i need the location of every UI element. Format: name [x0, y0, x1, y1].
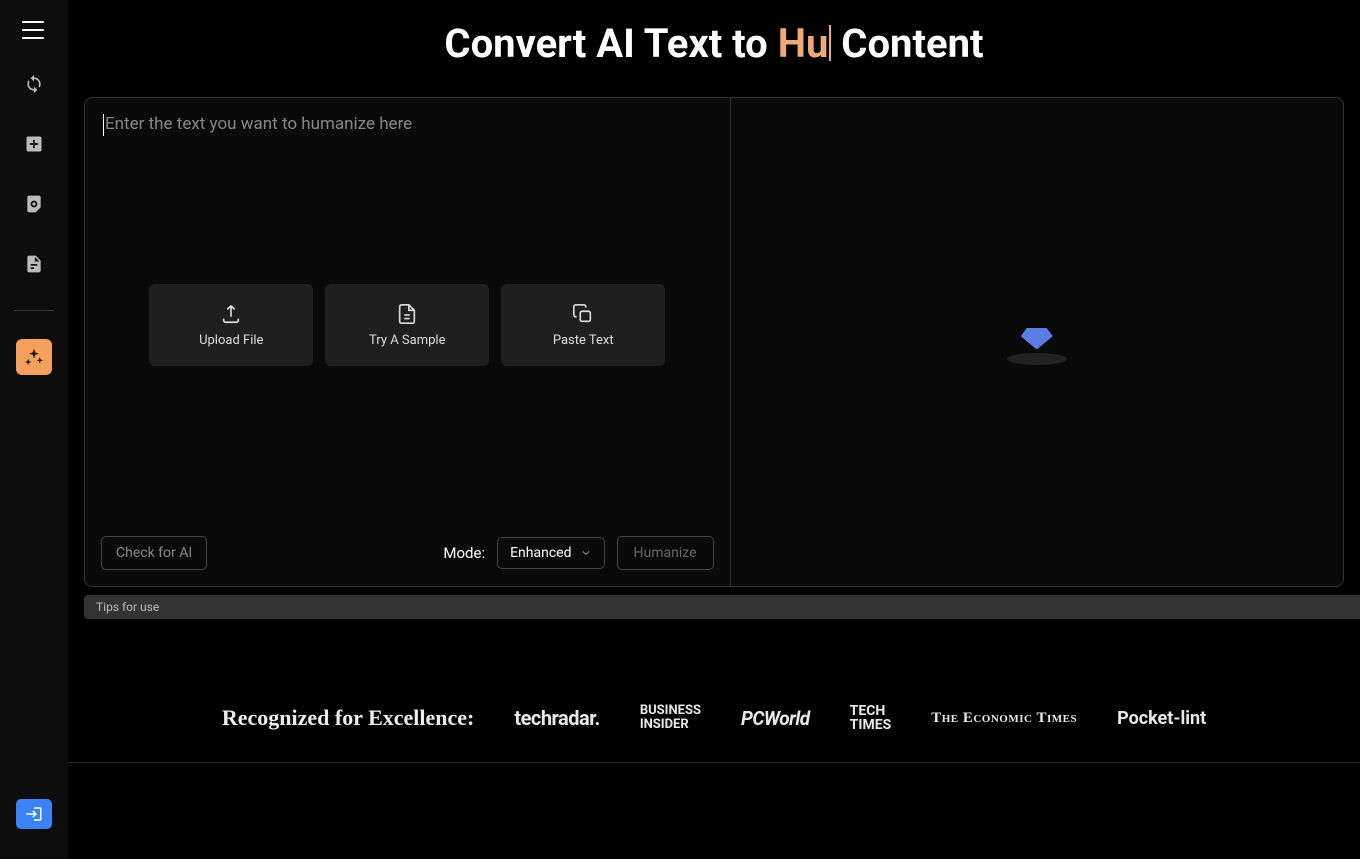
- input-footer: Check for AI Mode: Enhanced Humanize: [101, 536, 714, 570]
- sample-label: Try A Sample: [369, 333, 445, 348]
- upload-icon: [220, 303, 242, 325]
- chevron-down-icon: [580, 547, 592, 559]
- menu-icon[interactable]: [22, 18, 46, 42]
- title-prefix: Convert AI Text to: [444, 20, 777, 67]
- file-icon: [396, 303, 418, 325]
- check-ai-button[interactable]: Check for AI: [101, 536, 207, 570]
- sidebar-divider: [14, 310, 54, 311]
- sidebar: [0, 0, 68, 859]
- sidebar-item-search-doc[interactable]: [16, 186, 52, 222]
- paste-text-card[interactable]: Paste Text: [501, 284, 665, 366]
- recognition-heading: Recognized for Excellence:: [222, 705, 475, 731]
- logo-pocket-lint: Pocket-lint: [1117, 708, 1206, 729]
- logo-business-insider: BUSINESS INSIDER: [640, 704, 701, 731]
- logo-tech-times: TECH TIMES: [850, 704, 892, 732]
- login-button[interactable]: [16, 799, 52, 829]
- title-highlight: Hu: [778, 20, 829, 67]
- humanize-button[interactable]: Humanize: [617, 536, 714, 570]
- plus-square-icon: [24, 134, 44, 154]
- sidebar-item-add[interactable]: [16, 126, 52, 162]
- sidebar-item-refresh[interactable]: [16, 66, 52, 102]
- paste-icon: [572, 303, 594, 325]
- logo-economic-times: The Economic Times: [931, 710, 1077, 727]
- mode-label: Mode:: [443, 544, 485, 562]
- edit-doc-icon: [24, 254, 44, 274]
- empty-state-icon: [1007, 320, 1067, 365]
- sidebar-item-edit-doc[interactable]: [16, 246, 52, 282]
- mode-select[interactable]: Enhanced: [497, 537, 604, 569]
- paste-label: Paste Text: [553, 333, 614, 348]
- mode-value: Enhanced: [510, 545, 571, 561]
- input-panel: Enter the text you want to humanize here…: [85, 98, 731, 586]
- logo-techradar: techradar.: [514, 706, 599, 730]
- sidebar-item-sparkle[interactable]: [16, 339, 52, 375]
- text-input[interactable]: Enter the text you want to humanize here…: [101, 114, 714, 536]
- page-title: Convert AI Text to Hu Content: [68, 20, 1360, 67]
- text-cursor: [103, 114, 104, 136]
- login-icon: [25, 805, 43, 823]
- search-doc-icon: [24, 194, 44, 214]
- input-placeholder: Enter the text you want to humanize here: [105, 114, 412, 134]
- upload-file-card[interactable]: Upload File: [149, 284, 313, 366]
- editor-panels: Enter the text you want to humanize here…: [84, 97, 1344, 587]
- title-suffix: Content: [831, 20, 983, 67]
- tips-chip[interactable]: Tips for use: [84, 595, 1360, 619]
- refresh-icon: [24, 74, 44, 94]
- upload-label: Upload File: [199, 333, 263, 348]
- footer-divider: [68, 762, 1360, 763]
- recognition-row: Recognized for Excellence: techradar. BU…: [68, 704, 1360, 762]
- logo-pcworld: PCWorld: [741, 707, 810, 730]
- output-panel: [731, 98, 1344, 586]
- sparkle-icon: [24, 347, 44, 367]
- try-sample-card[interactable]: Try A Sample: [325, 284, 489, 366]
- main-content: Convert AI Text to Hu Content Enter the …: [68, 0, 1360, 859]
